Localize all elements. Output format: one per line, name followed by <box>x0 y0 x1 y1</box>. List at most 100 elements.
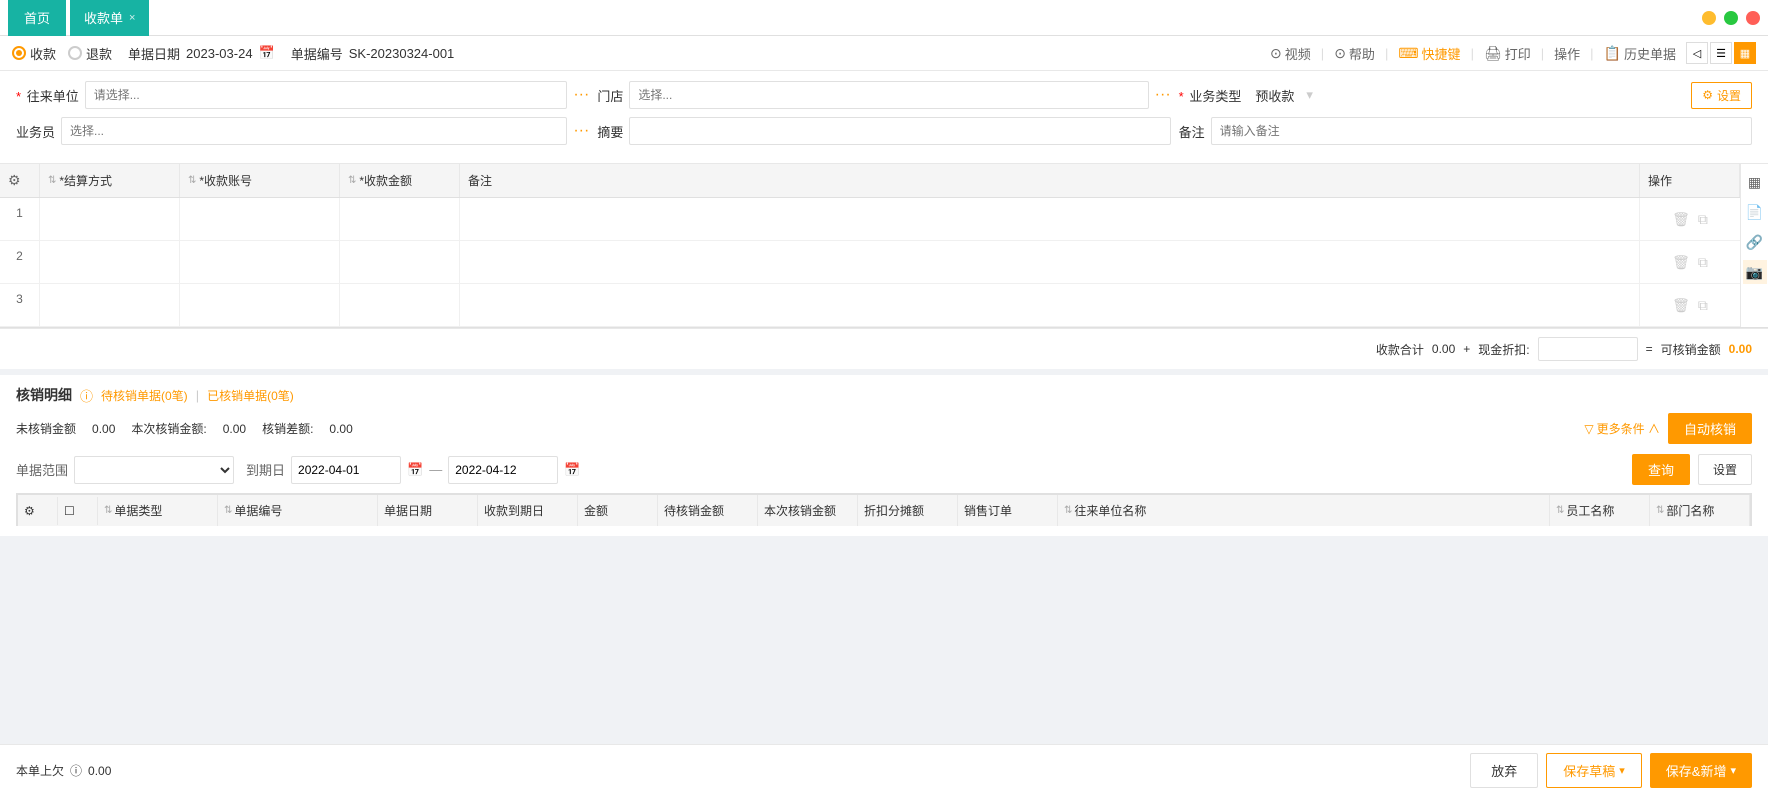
copy-icon-1[interactable]: ⧉ <box>1698 211 1708 228</box>
pending-tab-link[interactable]: 待核销单据(0笔) <box>101 387 188 404</box>
td-remark-3[interactable] <box>460 284 1640 326</box>
copy-icon-3[interactable]: ⧉ <box>1698 297 1708 314</box>
bth-check[interactable]: ☐ <box>58 497 98 525</box>
counterpart-dots[interactable]: ··· <box>573 86 589 104</box>
td-settlement-2[interactable] <box>40 241 180 283</box>
th-settlement: ⇅ *结算方式 <box>40 164 180 197</box>
layout-btn-left[interactable]: ◁ <box>1686 42 1708 64</box>
td-account-1[interactable] <box>180 198 340 240</box>
td-amount-3[interactable] <box>340 284 460 326</box>
section-title: 核销明细 ⓘ 待核销单据(0笔) | 已核销单据(0笔) <box>16 385 1752 405</box>
number-label: 单据编号 <box>291 44 343 63</box>
more-conditions-btn[interactable]: ▽ 更多条件 ∧ <box>1584 420 1660 437</box>
window-close[interactable] <box>1746 11 1760 25</box>
bth-discount: 折扣分摊额 <box>858 495 958 526</box>
remark-input[interactable] <box>1211 117 1752 145</box>
due-date-end[interactable] <box>448 456 558 484</box>
balance-info-icon[interactable]: ⓘ <box>70 762 82 779</box>
delete-icon-1[interactable]: 🗑 <box>1672 211 1690 228</box>
summary-label: 摘要 <box>597 122 623 141</box>
th-gear[interactable]: ⚙ <box>0 164 40 197</box>
bottom-gear-icon[interactable]: ⚙ <box>24 504 35 518</box>
rp-link-icon[interactable]: 🔗 <box>1743 230 1767 254</box>
due-date-label: 到期日 <box>246 460 285 479</box>
td-account-3[interactable] <box>180 284 340 326</box>
bth-current: 本次核销金额 <box>758 495 858 526</box>
bth-gear[interactable]: ⚙ <box>18 497 58 525</box>
save-new-caret[interactable]: ▾ <box>1730 764 1736 777</box>
delete-icon-3[interactable]: 🗑 <box>1672 297 1690 314</box>
bth-doc-num: ⇅单据编号 <box>218 495 378 526</box>
copy-icon-2[interactable]: ⧉ <box>1698 254 1708 271</box>
operate-btn[interactable]: 操作 <box>1554 44 1580 63</box>
settings-button[interactable]: ⚙ 设置 <box>1691 82 1752 109</box>
video-btn[interactable]: ⊙ 视频 <box>1270 44 1311 63</box>
window-minimize[interactable] <box>1702 11 1716 25</box>
due-date-start-icon[interactable]: 📅 <box>407 462 423 478</box>
settings-btn2[interactable]: 设置 <box>1698 454 1752 485</box>
store-input[interactable] <box>629 81 1148 109</box>
save-new-button[interactable]: 保存&新增 ▾ <box>1650 753 1752 788</box>
bth-doc-date: 单据日期 <box>378 495 478 526</box>
done-tab-link[interactable]: 已核销单据(0笔) <box>207 387 294 404</box>
balance-value: 0.00 <box>88 764 111 778</box>
remark-field: 备注 <box>1179 117 1752 145</box>
rp-camera-icon[interactable]: 📷 <box>1743 260 1767 284</box>
td-remark-2[interactable] <box>460 241 1640 283</box>
due-date-start[interactable] <box>291 456 401 484</box>
td-action-3: 🗑 ⧉ <box>1640 289 1740 322</box>
th-sort-settlement[interactable]: ⇅ <box>48 175 56 186</box>
td-action-2: 🗑 ⧉ <box>1640 246 1740 279</box>
info-icon[interactable]: ⓘ <box>80 386 93 405</box>
th-sort-account[interactable]: ⇅ <box>188 175 196 186</box>
nav-home[interactable]: 首页 <box>8 0 66 36</box>
delete-icon-2[interactable]: 🗑 <box>1672 254 1690 271</box>
diff-value: 0.00 <box>329 422 352 436</box>
salesperson-input[interactable] <box>61 117 567 145</box>
filter-row: 单据范围 到期日 📅 — 📅 查询 设置 <box>16 454 1752 485</box>
td-amount-2[interactable] <box>340 241 460 283</box>
toolbar: 收款 退款 单据日期 2023-03-24 📅 单据编号 SK-20230324… <box>0 36 1768 71</box>
layout-btn-list[interactable]: ☰ <box>1710 42 1732 64</box>
abandon-button[interactable]: 放弃 <box>1470 753 1538 788</box>
th-remark: 备注 <box>460 164 1640 197</box>
salesperson-dots[interactable]: ··· <box>573 122 589 140</box>
save-draft-caret[interactable]: ▾ <box>1619 764 1625 777</box>
nav-tab-close[interactable]: × <box>129 12 135 24</box>
td-remark-1[interactable] <box>460 198 1640 240</box>
discount-input[interactable] <box>1538 337 1638 361</box>
biz-type-caret[interactable]: ▾ <box>1306 87 1313 103</box>
summary-field: 摘要 <box>597 117 1170 145</box>
store-dots[interactable]: ··· <box>1155 86 1171 104</box>
date-calendar-icon[interactable]: 📅 <box>259 45 275 61</box>
nav-tab-label: 收款单 <box>84 8 123 27</box>
th-sort-amount[interactable]: ⇅ <box>348 175 356 186</box>
td-account-2[interactable] <box>180 241 340 283</box>
td-settlement-3[interactable] <box>40 284 180 326</box>
layout-btn-grid[interactable]: ▦ <box>1734 42 1756 64</box>
query-btn[interactable]: 查询 <box>1632 454 1690 485</box>
bth-counterpart: ⇅往来单位名称 <box>1058 495 1550 526</box>
help-btn[interactable]: ⊙ 帮助 <box>1334 44 1375 63</box>
bottom-checkbox[interactable]: ☐ <box>64 504 75 518</box>
range-select[interactable] <box>74 456 234 484</box>
shortcut-btn[interactable]: ⌨ 快捷键 <box>1398 44 1460 63</box>
receipt-radio[interactable]: 收款 <box>12 44 56 63</box>
rp-table-icon[interactable]: ▦ <box>1743 170 1767 194</box>
auto-writeoff-btn[interactable]: 自动核销 <box>1668 413 1752 444</box>
td-amount-1[interactable] <box>340 198 460 240</box>
counterpart-input[interactable] <box>85 81 568 109</box>
date-field: 单据日期 2023-03-24 📅 <box>128 44 275 63</box>
rp-doc-icon[interactable]: 📄 <box>1743 200 1767 224</box>
window-maximize[interactable] <box>1724 11 1738 25</box>
save-draft-button[interactable]: 保存草稿 ▾ <box>1546 753 1642 788</box>
nav-tab-receipt[interactable]: 收款单 × <box>70 0 149 36</box>
summary-input[interactable] <box>629 117 1170 145</box>
td-settlement-1[interactable] <box>40 198 180 240</box>
refund-radio[interactable]: 退款 <box>68 44 112 63</box>
print-btn[interactable]: 🖨 打印 <box>1484 44 1531 63</box>
toolbar-right: ⊙ 视频 | ⊙ 帮助 | ⌨ 快捷键 | 🖨 打印 | 操作 | 📋 历史单据… <box>1270 42 1756 64</box>
due-date-end-icon[interactable]: 📅 <box>564 462 580 478</box>
history-btn[interactable]: 📋 历史单据 <box>1604 44 1676 63</box>
table-gear-icon[interactable]: ⚙ <box>8 172 21 189</box>
